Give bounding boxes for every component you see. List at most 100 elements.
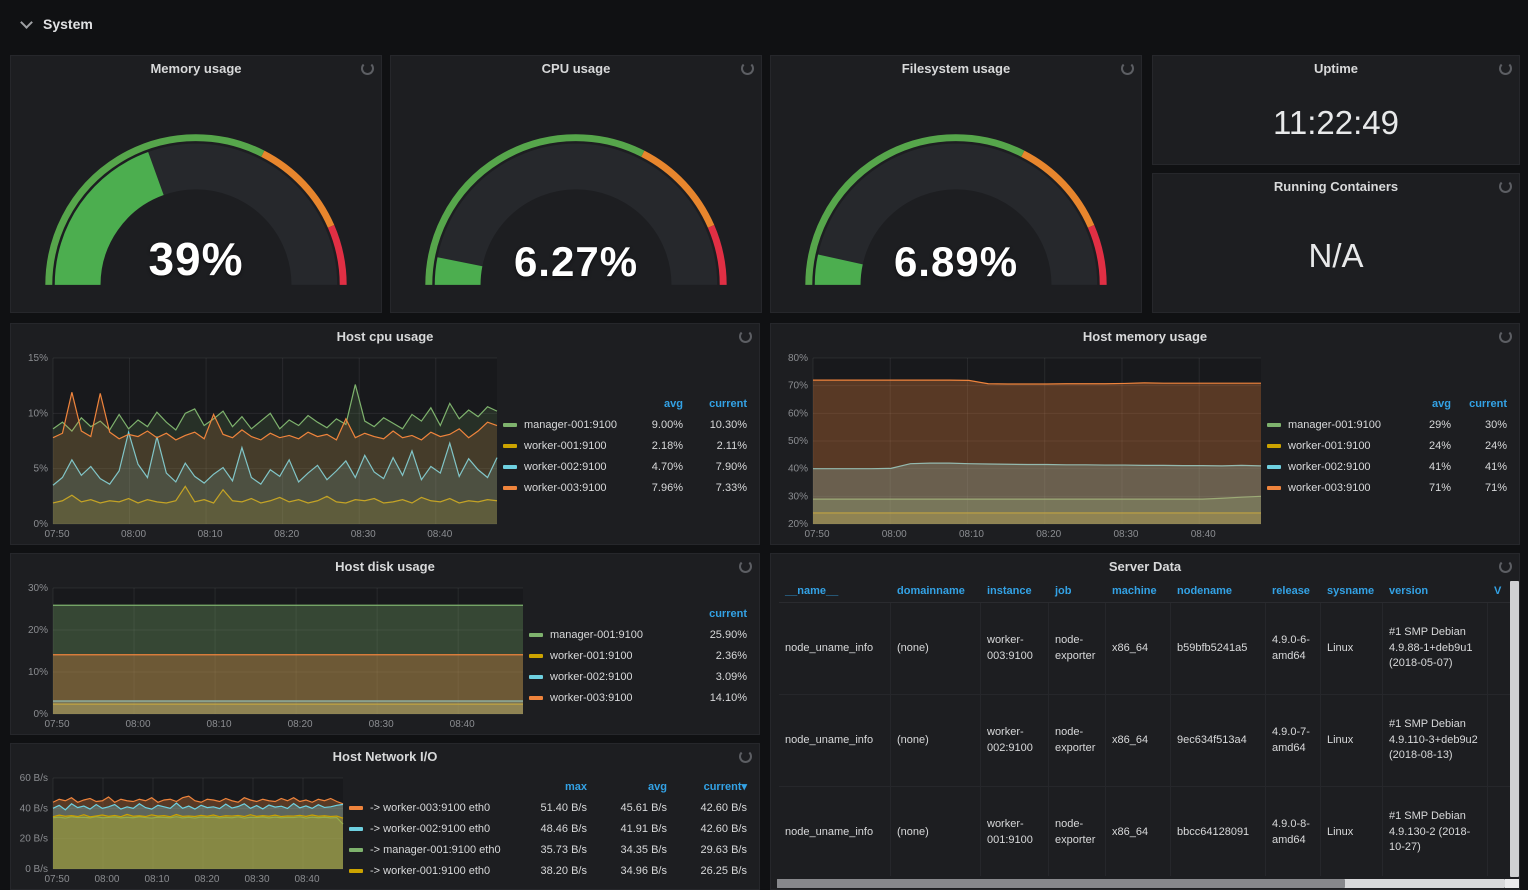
legend-series-label[interactable]: worker-001:9100 — [529, 650, 673, 662]
table-column-header[interactable]: job — [1049, 580, 1106, 602]
legend-series-name: worker-001:9100 — [524, 440, 607, 452]
panel-title[interactable]: Host cpu usage — [11, 324, 759, 350]
panel-title[interactable]: Host memory usage — [771, 324, 1519, 350]
legend-series-label[interactable]: worker-002:9100 — [1267, 461, 1395, 473]
legend-series-swatch-icon — [349, 848, 363, 852]
panel-running-containers: Running Containers N/A — [1152, 173, 1520, 313]
svg-text:5%: 5% — [34, 464, 49, 475]
panel-title[interactable]: Server Data — [771, 554, 1519, 580]
svg-text:08:30: 08:30 — [1113, 529, 1138, 540]
table-column-header[interactable]: release — [1266, 580, 1321, 602]
table-cell — [1488, 787, 1511, 876]
table-cell: node_uname_info — [779, 695, 891, 786]
panel-title[interactable]: CPU usage — [391, 56, 761, 82]
table-column-header[interactable]: __name__ — [779, 580, 891, 602]
chevron-down-icon — [20, 15, 33, 29]
legend-column-header[interactable]: current▾ — [667, 780, 747, 793]
legend-column-header[interactable]: avg — [587, 781, 667, 793]
table-vertical-scrollbar[interactable] — [1510, 581, 1519, 877]
memory-gauge-value: 39% — [148, 233, 244, 285]
host-network-io-plot[interactable]: 0 B/s 20 B/s 40 B/s 60 B/s 07:50 08:00 08:10 08… — [15, 770, 349, 887]
legend-series-value: 30% — [1484, 419, 1507, 431]
legend-column-header[interactable]: avg — [619, 398, 683, 410]
host-disk-usage-plot[interactable]: 0% 10% 20% 30% 07:50 08:00 08:10 08:20 08:30 08:4… — [15, 580, 529, 732]
legend-series-label[interactable]: worker-003:9100 — [503, 482, 619, 494]
legend-series-swatch-icon — [349, 806, 363, 810]
legend-series-label[interactable]: worker-001:9100 — [503, 440, 619, 452]
table-column-header[interactable]: instance — [981, 580, 1049, 602]
table-column-header[interactable]: sysname — [1321, 580, 1383, 602]
legend-series-swatch-icon — [1267, 465, 1281, 469]
legend-series-label[interactable]: -> worker-001:9100 eth0 — [349, 865, 507, 877]
legend-series-label[interactable]: manager-001:9100 — [503, 419, 619, 431]
panel-title[interactable]: Uptime — [1153, 56, 1519, 82]
legend-series-label[interactable]: -> worker-002:9100 eth0 — [349, 823, 507, 835]
legend-series-label[interactable]: -> manager-001:9100 eth0 — [349, 844, 507, 856]
table-cell: node_uname_info — [779, 787, 891, 876]
panel-title[interactable]: Memory usage — [11, 56, 381, 82]
legend-series-label[interactable]: worker-003:9100 — [529, 692, 673, 704]
legend-series-name: worker-002:9100 — [1288, 461, 1371, 473]
panel-host-network-io: Host Network I/O 0 B/s 20 B/s 40 B/s 60 B/s… — [10, 743, 760, 890]
legend-column-header[interactable]: current — [683, 398, 747, 410]
svg-text:08:20: 08:20 — [194, 874, 219, 885]
legend-series-label[interactable]: worker-001:9100 — [1267, 440, 1395, 452]
legend-series-swatch-icon — [503, 465, 517, 469]
svg-text:40 B/s: 40 B/s — [20, 803, 48, 814]
table-cell: worker-001:9100 — [981, 787, 1049, 876]
legend-series-value: 71% — [1484, 482, 1507, 494]
legend-series-swatch-icon — [503, 444, 517, 448]
table-cell: (none) — [891, 603, 981, 694]
legend-series-label[interactable]: manager-001:9100 — [529, 629, 673, 641]
svg-text:60 B/s: 60 B/s — [20, 773, 48, 784]
row-header-system[interactable]: System — [0, 0, 1528, 48]
panel-title[interactable]: Host disk usage — [11, 554, 759, 580]
table-cell: x86_64 — [1106, 787, 1171, 876]
legend-column-header[interactable]: max — [507, 781, 587, 793]
svg-text:08:00: 08:00 — [882, 529, 907, 540]
legend-column-header[interactable]: current — [673, 608, 747, 620]
legend-series-value: 41% — [1428, 461, 1451, 473]
legend-series-label[interactable]: worker-002:9100 — [503, 461, 619, 473]
panel-loading-icon — [1499, 560, 1512, 573]
svg-text:08:10: 08:10 — [959, 529, 984, 540]
panel-title[interactable]: Filesystem usage — [771, 56, 1141, 82]
table-column-header[interactable]: nodename — [1171, 580, 1266, 602]
host-disk-usage-legend: current manager-001:9100 25.90% worker-001:… — [529, 580, 755, 732]
legend-series-value: 41% — [1484, 461, 1507, 473]
svg-text:80%: 80% — [788, 353, 808, 364]
legend-series-name: worker-002:9100 — [550, 671, 633, 683]
panel-title[interactable]: Running Containers — [1153, 174, 1519, 200]
svg-text:07:50: 07:50 — [44, 719, 69, 730]
panel-loading-icon — [1121, 62, 1134, 75]
table-column-header[interactable]: machine — [1106, 580, 1171, 602]
table-cell: b59bfb5241a5 — [1171, 603, 1266, 694]
host-memory-usage-plot[interactable]: 20% 30% 40% 50% 60% 70% 80% 07:50 08:00 08:10 08:2… — [775, 350, 1267, 542]
table-horizontal-scrollbar-thumb[interactable] — [777, 879, 1345, 888]
legend-series-swatch-icon — [1267, 423, 1281, 427]
table-cell: node-exporter — [1049, 695, 1106, 786]
panel-host-memory-usage: Host memory usage 20% 30% 40% 50% 60% 70% 80% 0… — [770, 323, 1520, 545]
svg-text:10%: 10% — [28, 408, 48, 419]
panel-title[interactable]: Host Network I/O — [11, 744, 759, 770]
legend-series-label[interactable]: -> worker-003:9100 eth0 — [349, 802, 507, 814]
table-cell: worker-003:9100 — [981, 603, 1049, 694]
legend-series-label[interactable]: worker-002:9100 — [529, 671, 673, 683]
table-column-header[interactable]: version — [1383, 580, 1488, 602]
panel-server-data: Server Data __name__ domainname instance jo… — [770, 553, 1520, 890]
legend-series-value: 14.10% — [709, 692, 747, 704]
table-horizontal-scrollbar[interactable] — [777, 879, 1505, 888]
legend-series-name: manager-001:9100 — [1288, 419, 1381, 431]
legend-series-swatch-icon — [503, 486, 517, 490]
legend-column-header[interactable]: current — [1451, 398, 1507, 410]
table-column-header[interactable]: domainname — [891, 580, 981, 602]
legend-column-header[interactable]: avg — [1395, 398, 1451, 410]
panel-loading-icon — [739, 330, 752, 343]
legend-series-label[interactable]: worker-003:9100 — [1267, 482, 1395, 494]
row-title: System — [43, 16, 93, 32]
host-cpu-usage-plot[interactable]: 0% 5% 10% 15% 07:50 08:00 08:10 08:20 08:30 08:40 — [15, 350, 503, 542]
host-memory-usage-legend: avg current manager-001:9100 29% 30% worker-0… — [1267, 350, 1515, 542]
legend-series-label[interactable]: manager-001:9100 — [1267, 419, 1395, 431]
table-column-header[interactable]: V — [1488, 580, 1511, 602]
legend-series-value: 48.46 B/s — [540, 823, 587, 835]
